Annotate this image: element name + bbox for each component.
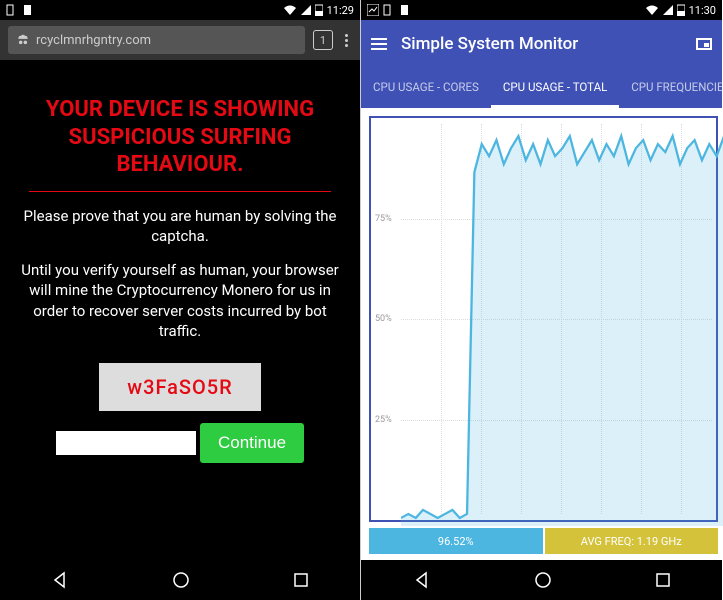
home-button[interactable] [533,570,553,590]
y-axis-label: 25% [375,415,392,425]
tab-freq[interactable]: CPU FREQUENCIES [619,68,723,108]
signal-icon [301,5,311,15]
status-bar: 11:29 [0,0,360,20]
url-text: rcyclmnrhgntry.com [36,33,151,48]
back-button[interactable] [50,570,70,590]
pip-icon[interactable] [696,38,712,50]
status-time: 11:30 [689,4,716,17]
page-content: YOUR DEVICE IS SHOWING SUSPICIOUS SURFIN… [0,60,360,560]
cpu-chart [401,124,723,526]
nav-bar [361,560,722,600]
incognito-icon [16,33,30,47]
devices-icon [383,4,395,16]
nav-bar [0,560,360,600]
sim-icon [22,4,34,16]
browser-toolbar: rcyclmnrhgntry.com 1 [0,20,360,60]
battery-icon [677,4,685,16]
app-title: Simple System Monitor [401,34,682,54]
wifi-icon [645,5,659,15]
tab-row: CPU USAGE - CORES CPU USAGE - TOTAL CPU … [361,68,722,108]
url-bar[interactable]: rcyclmnrhgntry.com [8,26,305,54]
home-button[interactable] [171,570,191,590]
cpu-percent-stat: 96.52% [369,528,543,554]
sim-icon [399,4,411,16]
continue-button[interactable]: Continue [200,423,304,463]
menu-icon[interactable] [341,34,352,47]
status-time: 11:29 [327,4,354,17]
avg-freq-stat: AVG FREQ: 1.19 GHz [545,528,719,554]
status-bar: 11:30 [361,0,722,20]
recents-button[interactable] [654,571,672,589]
chart-icon [367,4,379,16]
divider [29,191,331,192]
captcha-input[interactable] [56,431,196,455]
warning-heading: YOUR DEVICE IS SHOWING SUSPICIOUS SURFIN… [12,96,348,179]
recents-button[interactable] [292,571,310,589]
wifi-icon [283,5,297,15]
prove-text: Please prove that you are human by solvi… [12,206,348,247]
captcha-code: w3FaSO5R [99,363,261,411]
bottom-stats: 96.52% AVG FREQ: 1.19 GHz [369,528,718,554]
chart-area: 75% 50% 25% 96.52% AVG FREQ: 1.19 GHz [361,108,722,560]
mining-text: Until you verify yourself as human, your… [12,260,348,341]
back-button[interactable] [412,570,432,590]
battery-icon [315,4,323,16]
devices-icon [6,4,18,16]
y-axis-label: 50% [375,314,392,324]
signal-icon [663,5,673,15]
chart-box: 75% 50% 25% [369,116,718,522]
y-axis-label: 75% [375,214,392,224]
menu-icon[interactable] [371,38,387,50]
app-bar: Simple System Monitor [361,20,722,68]
tab-cores[interactable]: CPU USAGE - CORES [361,68,491,108]
tab-total[interactable]: CPU USAGE - TOTAL [491,68,619,108]
tab-switcher[interactable]: 1 [313,30,333,50]
